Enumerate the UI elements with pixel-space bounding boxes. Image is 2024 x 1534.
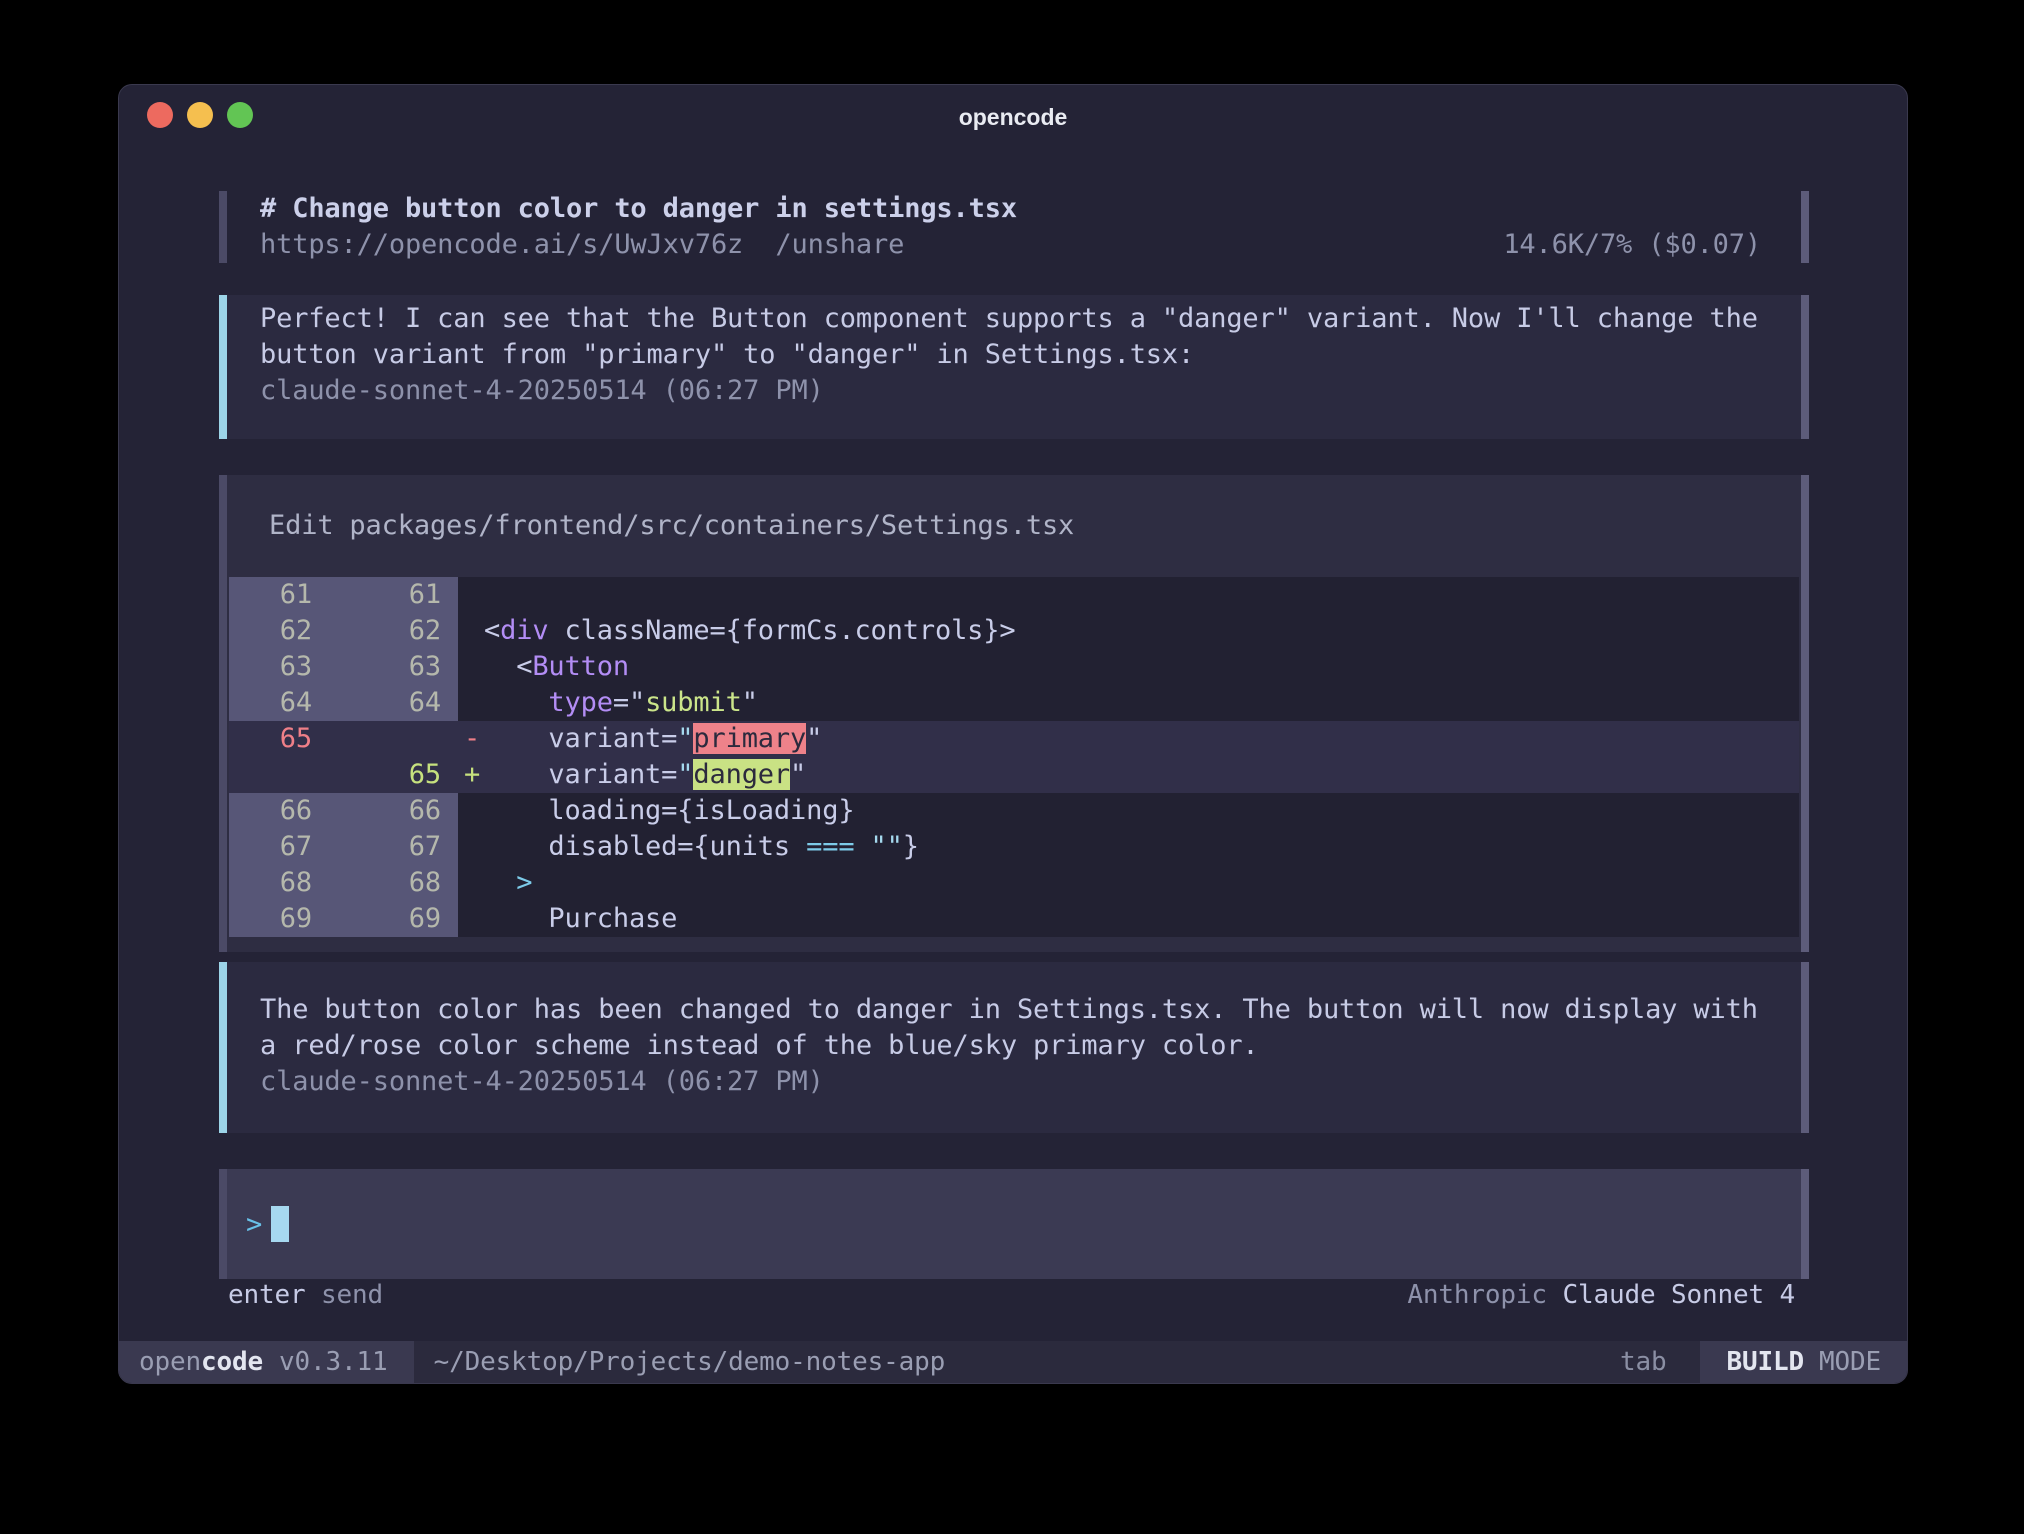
app-version-chip: opencodev0.3.11 [119,1341,414,1383]
mode-chip: BUILDMODE [1700,1341,1907,1383]
diff-row: 65+ variant="danger" [229,757,1799,793]
prompt-symbol: > [246,1209,262,1240]
old-line-number: 61 [229,577,327,613]
diff-code-line: > [458,865,1799,901]
message-meta: claude-sonnet-4-20250514 (06:27 PM) [260,373,1799,409]
text-cursor [271,1206,289,1242]
left-border-bar [219,191,227,263]
session-title: # Change button color to danger in setti… [260,191,1799,227]
message-meta: claude-sonnet-4-20250514 (06:27 PM) [260,1064,1799,1100]
window-titlebar[interactable]: opencode [119,85,1907,149]
old-line-number [229,757,327,793]
new-line-number: 63 [327,649,458,685]
old-line-number: 68 [229,865,327,901]
diff-row: 6969 Purchase [229,901,1799,937]
new-line-number: 64 [327,685,458,721]
edit-tool-header: Edit packages/frontend/src/containers/Set… [229,475,1799,577]
unshare-command[interactable]: /unshare [775,229,904,260]
old-line-number: 67 [229,829,327,865]
tool-action-label: Edit [269,510,333,541]
share-url[interactable]: https://opencode.ai/s/UwJxv76z [260,229,743,260]
old-line-number: 62 [229,613,327,649]
diff-code-line [458,577,1799,613]
new-line-number: 62 [327,613,458,649]
old-line-number: 64 [229,685,327,721]
desktop-background: opencode # Change button color to danger… [0,0,2024,1534]
diff-row: 6767 disabled={units === ""} [229,829,1799,865]
right-border-bar [1801,962,1809,1133]
right-border-bar [1801,191,1809,263]
diff-code-line: <div className={formCs.controls}> [458,613,1799,649]
window-title: opencode [119,85,1907,149]
message-text-line: The button color has been changed to dan… [260,992,1799,1028]
diff-row: 6666 loading={isLoading} [229,793,1799,829]
new-line-number [327,721,458,757]
diff-code-line: type="submit" [458,685,1799,721]
diff-row: 6464 type="submit" [229,685,1799,721]
tab-key-hint: tab [1620,1341,1667,1383]
new-line-number: 65 [327,757,458,793]
hints-row: enter send Anthropic Claude Sonnet 4 [219,1273,1809,1317]
message-text-line: a red/rose color scheme instead of the b… [260,1028,1799,1064]
new-line-number: 67 [327,829,458,865]
edit-tool-card: Edit packages/frontend/src/containers/Set… [219,475,1809,952]
message-text-line: Perfect! I can see that the Button compo… [260,301,1799,337]
diff-marker: + [464,757,480,793]
new-line-number: 66 [327,793,458,829]
diff-code-line: Purchase [458,901,1799,937]
working-directory: ~/Desktop/Projects/demo-notes-app [434,1341,946,1383]
diff-view: 61616262<div className={formCs.controls}… [229,577,1799,937]
left-border-bar [219,1169,227,1279]
edited-file-path: packages/frontend/src/containers/Setting… [349,510,1074,541]
right-border-bar [1801,475,1809,952]
diff-row: 65 - variant="primary" [229,721,1799,757]
app-window: opencode # Change button color to danger… [118,84,1908,1384]
prompt-input[interactable]: > [219,1169,1809,1279]
diff-code-line: disabled={units === ""} [458,829,1799,865]
old-line-number: 65 [229,721,327,757]
old-line-number: 66 [229,793,327,829]
model-indicator: Anthropic Claude Sonnet 4 [1407,1273,1795,1317]
new-line-number: 61 [327,577,458,613]
old-line-number: 69 [229,901,327,937]
message-accent-bar [219,295,227,439]
status-bar: opencodev0.3.11 ~/Desktop/Projects/demo-… [119,1341,1907,1383]
new-line-number: 68 [327,865,458,901]
left-border-bar [219,475,227,952]
assistant-message: The button color has been changed to dan… [219,962,1809,1133]
diff-row: 6161 [229,577,1799,613]
diff-code-line: loading={isLoading} [458,793,1799,829]
session-header: # Change button color to danger in setti… [219,191,1809,263]
right-border-bar [1801,295,1809,439]
context-usage: 14.6K/7% ($0.07) [1503,227,1761,263]
diff-row: 6363 <Button [229,649,1799,685]
message-text-line: button variant from "primary" to "danger… [260,337,1799,373]
old-line-number: 63 [229,649,327,685]
diff-code-line: + variant="danger" [458,757,1799,793]
message-accent-bar [219,962,227,1133]
assistant-message: Perfect! I can see that the Button compo… [219,295,1809,439]
right-border-bar [1801,1169,1809,1279]
diff-marker: - [464,721,480,757]
diff-row: 6868 > [229,865,1799,901]
diff-code-line: - variant="primary" [458,721,1799,757]
diff-row: 6262<div className={formCs.controls}> [229,613,1799,649]
send-hint: enter send [228,1273,383,1317]
diff-code-line: <Button [458,649,1799,685]
new-line-number: 69 [327,901,458,937]
